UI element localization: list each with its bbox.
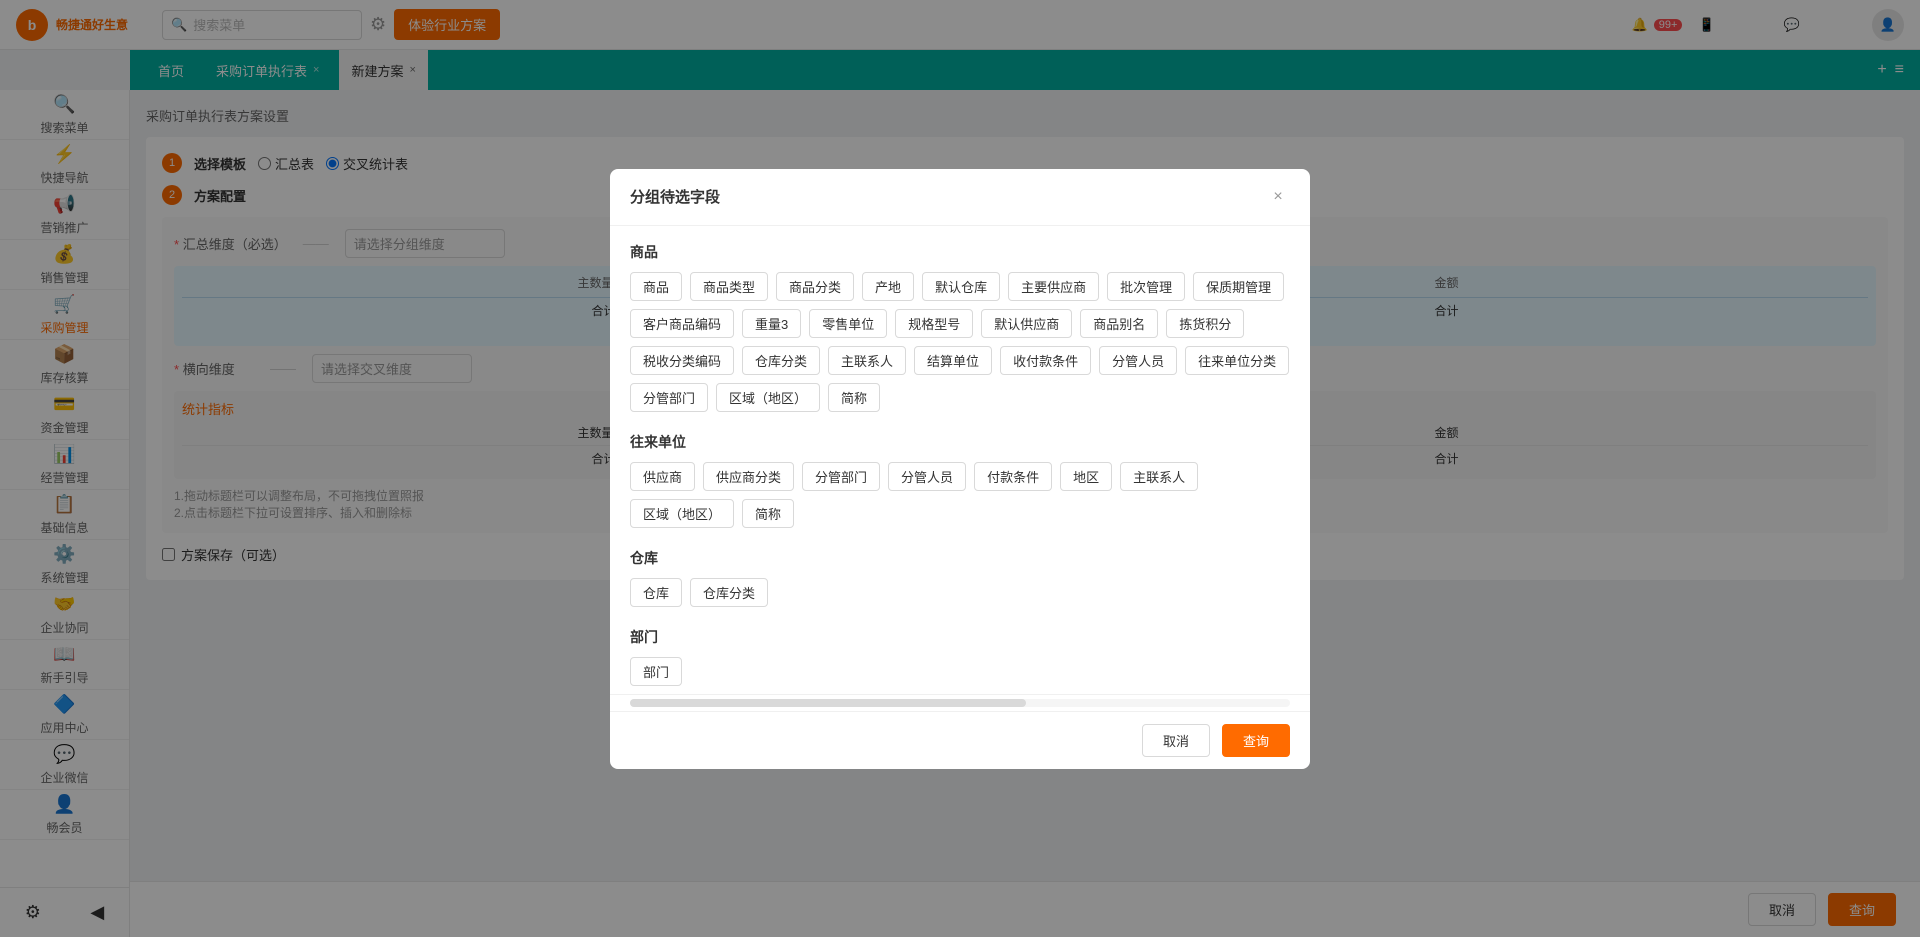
confirm-button[interactable]: 查询 bbox=[1222, 724, 1290, 757]
product-fields: 商品 商品类型 商品分类 产地 默认仓库 主要供应商 批次管理 保质期管理 客户… bbox=[630, 272, 1290, 412]
field-tag[interactable]: 结算单位 bbox=[914, 346, 992, 375]
field-tag[interactable]: 分管人员 bbox=[888, 462, 966, 491]
field-tag[interactable]: 主联系人 bbox=[1120, 462, 1198, 491]
field-tag[interactable]: 分管部门 bbox=[802, 462, 880, 491]
field-tag[interactable]: 默认供应商 bbox=[981, 309, 1072, 338]
field-tag[interactable]: 商品 bbox=[630, 272, 682, 301]
department-section-title: 部门 bbox=[630, 627, 1290, 647]
modal-body: 商品 商品 商品类型 商品分类 产地 默认仓库 主要供应商 批次管理 保质期管理… bbox=[610, 226, 1310, 694]
field-tag[interactable]: 主联系人 bbox=[828, 346, 906, 375]
field-tag[interactable]: 区域（地区） bbox=[630, 499, 734, 528]
cancel-button[interactable]: 取消 bbox=[1142, 724, 1210, 757]
modal-overlay: 分组待选字段 × 商品 商品 商品类型 商品分类 产地 默认仓库 主要供应商 批… bbox=[0, 0, 1920, 937]
field-tag[interactable]: 零售单位 bbox=[809, 309, 887, 338]
field-tag[interactable]: 拣货积分 bbox=[1166, 309, 1244, 338]
field-tag[interactable]: 供应商 bbox=[630, 462, 695, 491]
field-tag[interactable]: 简称 bbox=[742, 499, 794, 528]
field-tag[interactable]: 简称 bbox=[828, 383, 880, 412]
field-tag[interactable]: 客户商品编码 bbox=[630, 309, 734, 338]
field-tag[interactable]: 重量3 bbox=[742, 309, 801, 338]
horizontal-scrollbar-thumb[interactable] bbox=[630, 699, 1026, 707]
department-section: 部门 部门 bbox=[630, 627, 1290, 686]
counterpart-fields: 供应商 供应商分类 分管部门 分管人员 付款条件 地区 主联系人 区域（地区） … bbox=[630, 462, 1290, 528]
field-tag[interactable]: 主要供应商 bbox=[1008, 272, 1099, 301]
field-tag[interactable]: 部门 bbox=[630, 657, 682, 686]
modal-title: 分组待选字段 bbox=[630, 186, 720, 207]
counterpart-section: 往来单位 供应商 供应商分类 分管部门 分管人员 付款条件 地区 主联系人 区域… bbox=[630, 432, 1290, 528]
field-selection-modal: 分组待选字段 × 商品 商品 商品类型 商品分类 产地 默认仓库 主要供应商 批… bbox=[610, 169, 1310, 769]
field-tag[interactable]: 税收分类编码 bbox=[630, 346, 734, 375]
warehouse-section: 仓库 仓库 仓库分类 bbox=[630, 548, 1290, 607]
field-tag[interactable]: 商品别名 bbox=[1080, 309, 1158, 338]
field-tag[interactable]: 商品类型 bbox=[690, 272, 768, 301]
modal-footer: 取消 查询 bbox=[610, 711, 1310, 769]
department-fields: 部门 bbox=[630, 657, 1290, 686]
product-section: 商品 商品 商品类型 商品分类 产地 默认仓库 主要供应商 批次管理 保质期管理… bbox=[630, 242, 1290, 412]
modal-close-button[interactable]: × bbox=[1266, 185, 1290, 209]
modal-header: 分组待选字段 × bbox=[610, 169, 1310, 226]
field-tag[interactable]: 地区 bbox=[1060, 462, 1112, 491]
product-section-title: 商品 bbox=[630, 242, 1290, 262]
field-tag[interactable]: 付款条件 bbox=[974, 462, 1052, 491]
counterpart-section-title: 往来单位 bbox=[630, 432, 1290, 452]
field-tag[interactable]: 产地 bbox=[862, 272, 914, 301]
field-tag[interactable]: 供应商分类 bbox=[703, 462, 794, 491]
modal-scrollbar-area bbox=[610, 694, 1310, 711]
field-tag[interactable]: 仓库分类 bbox=[690, 578, 768, 607]
field-tag[interactable]: 默认仓库 bbox=[922, 272, 1000, 301]
field-tag[interactable]: 往来单位分类 bbox=[1185, 346, 1289, 375]
field-tag[interactable]: 仓库 bbox=[630, 578, 682, 607]
field-tag[interactable]: 规格型号 bbox=[895, 309, 973, 338]
warehouse-section-title: 仓库 bbox=[630, 548, 1290, 568]
horizontal-scrollbar-track bbox=[630, 699, 1290, 707]
field-tag[interactable]: 仓库分类 bbox=[742, 346, 820, 375]
field-tag[interactable]: 分管人员 bbox=[1099, 346, 1177, 375]
field-tag[interactable]: 保质期管理 bbox=[1193, 272, 1284, 301]
field-tag[interactable]: 批次管理 bbox=[1107, 272, 1185, 301]
field-tag[interactable]: 商品分类 bbox=[776, 272, 854, 301]
field-tag[interactable]: 分管部门 bbox=[630, 383, 708, 412]
field-tag[interactable]: 收付款条件 bbox=[1000, 346, 1091, 375]
field-tag[interactable]: 区域（地区） bbox=[716, 383, 820, 412]
warehouse-fields: 仓库 仓库分类 bbox=[630, 578, 1290, 607]
